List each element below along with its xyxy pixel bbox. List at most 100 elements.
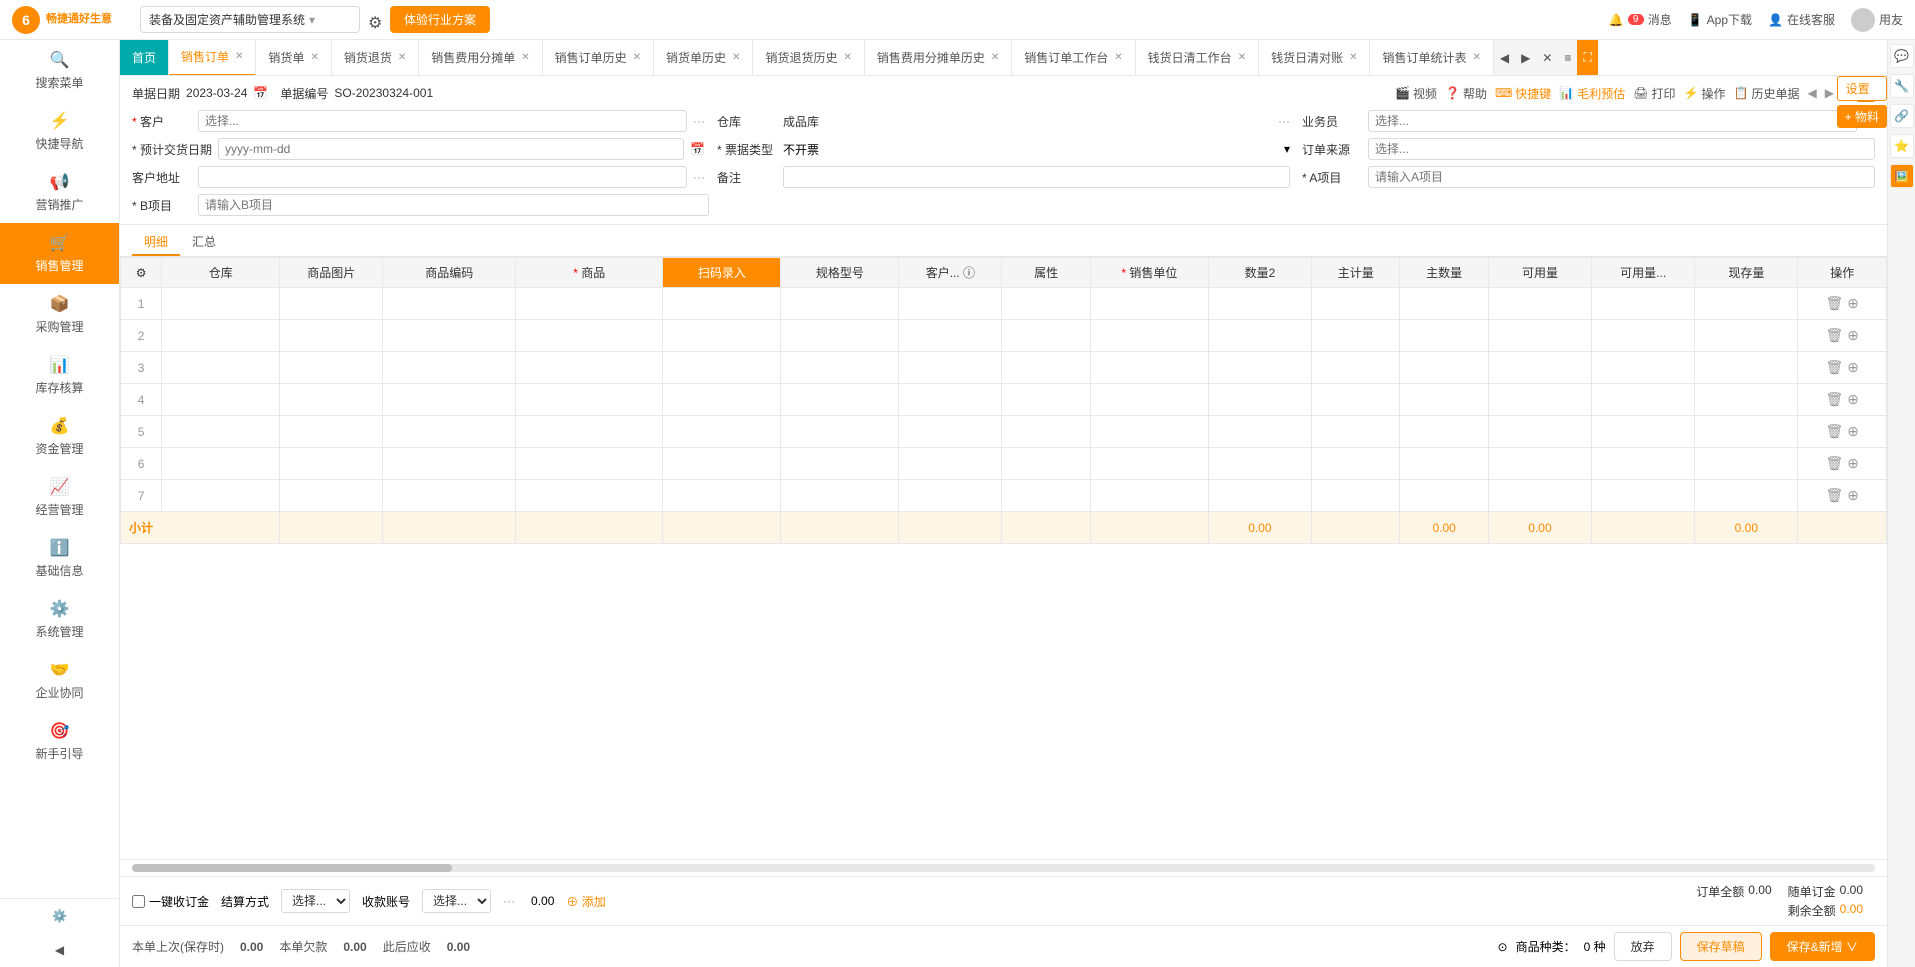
settlement-method-select[interactable]: 选择... [281, 889, 350, 913]
tab-close-icon[interactable]: ✕ [732, 52, 740, 63]
tab-close-all-btn[interactable]: ✕ [1536, 40, 1558, 76]
row-2-warehouse[interactable] [162, 320, 280, 352]
tab-close-icon[interactable]: ✕ [521, 52, 529, 63]
sidebar-item-inventory[interactable]: 📊 库存核算 [0, 345, 119, 406]
sidebar-settings-btn[interactable]: ⚙️ [0, 899, 119, 933]
tab-home[interactable]: 首页 [120, 40, 169, 76]
row-1-code[interactable] [383, 288, 516, 320]
sidebar-collapse-btn[interactable]: ◀ [0, 933, 119, 967]
a-project-input[interactable] [1368, 166, 1875, 188]
horizontal-scrollbar[interactable] [132, 864, 1875, 872]
tab-close-icon[interactable]: ✕ [1238, 52, 1246, 63]
app-download-btn[interactable]: 📱 App下载 [1688, 11, 1752, 28]
delete-icon[interactable]: 🗑 [1825, 327, 1843, 344]
tab-next-btn[interactable]: ▶ [1515, 40, 1536, 76]
sidebar-item-marketing[interactable]: 📢 营销推广 [0, 162, 119, 223]
setting-btn[interactable]: 设置 [1837, 76, 1887, 101]
sidebar-item-operations[interactable]: 📈 经营管理 [0, 467, 119, 528]
tab-return-history[interactable]: 销货退货历史 ✕ [753, 40, 864, 76]
print-btn[interactable]: 🖨 打印 [1633, 85, 1675, 102]
sidebar-item-finance[interactable]: 💰 资金管理 [0, 406, 119, 467]
copy-icon[interactable]: ⊕ [1847, 487, 1859, 504]
customer-input[interactable] [198, 110, 687, 132]
order-source-input[interactable] [1368, 138, 1875, 160]
tab-order-history[interactable]: 销售订单历史 ✕ [543, 40, 654, 76]
sidebar-item-collab[interactable]: 🤝 企业协同 [0, 650, 119, 711]
online-service-btn[interactable]: 👤 在线客服 [1768, 11, 1835, 28]
view-toggle-left[interactable]: ◀ [1807, 86, 1816, 100]
tab-sales-order[interactable]: 销售订单 ✕ [169, 40, 256, 76]
operation-btn[interactable]: ⚡ 操作 [1684, 85, 1726, 102]
b-project-input[interactable] [198, 194, 709, 216]
customer-more-btn[interactable]: ··· [693, 114, 705, 128]
scrollbar-thumb[interactable] [132, 864, 452, 872]
tab-close-icon[interactable]: ✕ [843, 52, 851, 63]
row-1-product[interactable] [516, 288, 663, 320]
detail-tab-huizong[interactable]: 汇总 [180, 229, 228, 256]
right-panel-tool-icon[interactable]: 🔧 [1890, 74, 1914, 98]
system-selector[interactable]: 装备及固定资产辅助管理系统 ▾ [140, 6, 360, 33]
sidebar-item-system[interactable]: ⚙️ 系统管理 [0, 589, 119, 650]
delete-icon[interactable]: 🗑 [1825, 359, 1843, 376]
tab-close-icon[interactable]: ✕ [1114, 52, 1122, 63]
sidebar-item-purchase[interactable]: 📦 采购管理 [0, 284, 119, 345]
right-panel-chat-icon[interactable]: 💬 [1890, 44, 1914, 68]
warehouse-more-btn[interactable]: ··· [1278, 114, 1290, 128]
notification-area[interactable]: 🔔 9 消息 [1609, 11, 1672, 28]
copy-icon[interactable]: ⊕ [1847, 359, 1859, 376]
sidebar-item-search[interactable]: 🔍 搜索菜单 [0, 40, 119, 101]
tab-prev-btn[interactable]: ◀ [1494, 40, 1515, 76]
col-settings-icon[interactable]: ⚙ [136, 266, 147, 280]
view-toggle-right[interactable]: ▶ [1825, 86, 1834, 100]
delivery-calendar-icon[interactable]: 📅 [690, 142, 705, 156]
delete-icon[interactable]: 🗑 [1825, 487, 1843, 504]
user-area[interactable]: 用友 [1851, 8, 1903, 32]
tab-sales-slip[interactable]: 销货单 ✕ [256, 40, 331, 76]
tab-close-icon[interactable]: ✕ [1473, 52, 1481, 63]
row-1-spec[interactable] [781, 288, 899, 320]
tab-menu-btn[interactable]: ≡ [1558, 40, 1577, 76]
copy-icon[interactable]: ⊕ [1847, 327, 1859, 344]
receipt-account-select[interactable]: 选择... [422, 889, 491, 913]
delete-icon[interactable]: 🗑 [1825, 295, 1843, 312]
tab-daily-workbench[interactable]: 钱货日清工作台 ✕ [1136, 40, 1259, 76]
sidebar-item-sales[interactable]: 🛒 销售管理 [0, 223, 119, 284]
quick-pay-label[interactable]: 一键收订金 [132, 893, 209, 910]
dots-btn-bottom[interactable]: ··· [503, 894, 515, 908]
row-1-attr[interactable] [1002, 288, 1090, 320]
tab-order-workbench[interactable]: 销售订单工作台 ✕ [1012, 40, 1135, 76]
gear-button[interactable]: ⚙ [368, 13, 382, 27]
th-scan[interactable]: 扫码录入 [663, 258, 781, 288]
save-new-btn[interactable]: 保存&新增 ∨ [1770, 932, 1875, 961]
copy-icon[interactable]: ⊕ [1847, 455, 1859, 472]
tab-close-icon[interactable]: ✕ [398, 52, 406, 63]
detail-tab-mingxi[interactable]: 明细 [132, 229, 180, 256]
row-1-customer-code[interactable] [899, 288, 1002, 320]
staff-input[interactable] [1368, 110, 1857, 132]
row-1-main-qty[interactable] [1400, 288, 1488, 320]
right-panel-image-icon[interactable]: 🖼️ [1890, 164, 1914, 188]
tab-close-icon[interactable]: ✕ [633, 52, 641, 63]
history-btn[interactable]: 📋 历史单据 [1733, 85, 1799, 102]
invoice-type-dropdown-icon[interactable]: ▾ [1284, 142, 1290, 156]
row-1-qty2[interactable] [1208, 288, 1311, 320]
tab-close-icon[interactable]: ✕ [991, 52, 999, 63]
copy-icon[interactable]: ⊕ [1847, 391, 1859, 408]
address-more-btn[interactable]: ··· [693, 170, 705, 184]
add-item-btn[interactable]: + 物料 [1837, 105, 1887, 128]
delete-icon[interactable]: 🗑 [1825, 455, 1843, 472]
tab-close-icon[interactable]: ✕ [1349, 52, 1357, 63]
quick-pay-checkbox[interactable] [132, 895, 145, 908]
delivery-date-input[interactable] [218, 138, 684, 160]
tab-order-stats[interactable]: 销售订单统计表 ✕ [1370, 40, 1493, 76]
profit-btn[interactable]: 📊 毛利预估 [1559, 85, 1625, 102]
discard-btn[interactable]: 放弃 [1614, 932, 1672, 961]
tab-close-icon[interactable]: ✕ [310, 52, 318, 63]
tab-daily-reconcile[interactable]: 钱货日清对账 ✕ [1259, 40, 1370, 76]
tab-return[interactable]: 销货退货 ✕ [332, 40, 419, 76]
row-1-unit[interactable] [1090, 288, 1208, 320]
calendar-icon[interactable]: 📅 [253, 86, 268, 100]
tab-slip-history[interactable]: 销货单历史 ✕ [654, 40, 753, 76]
sidebar-item-quicknav[interactable]: ⚡ 快捷导航 [0, 101, 119, 162]
delete-icon[interactable]: 🗑 [1825, 423, 1843, 440]
